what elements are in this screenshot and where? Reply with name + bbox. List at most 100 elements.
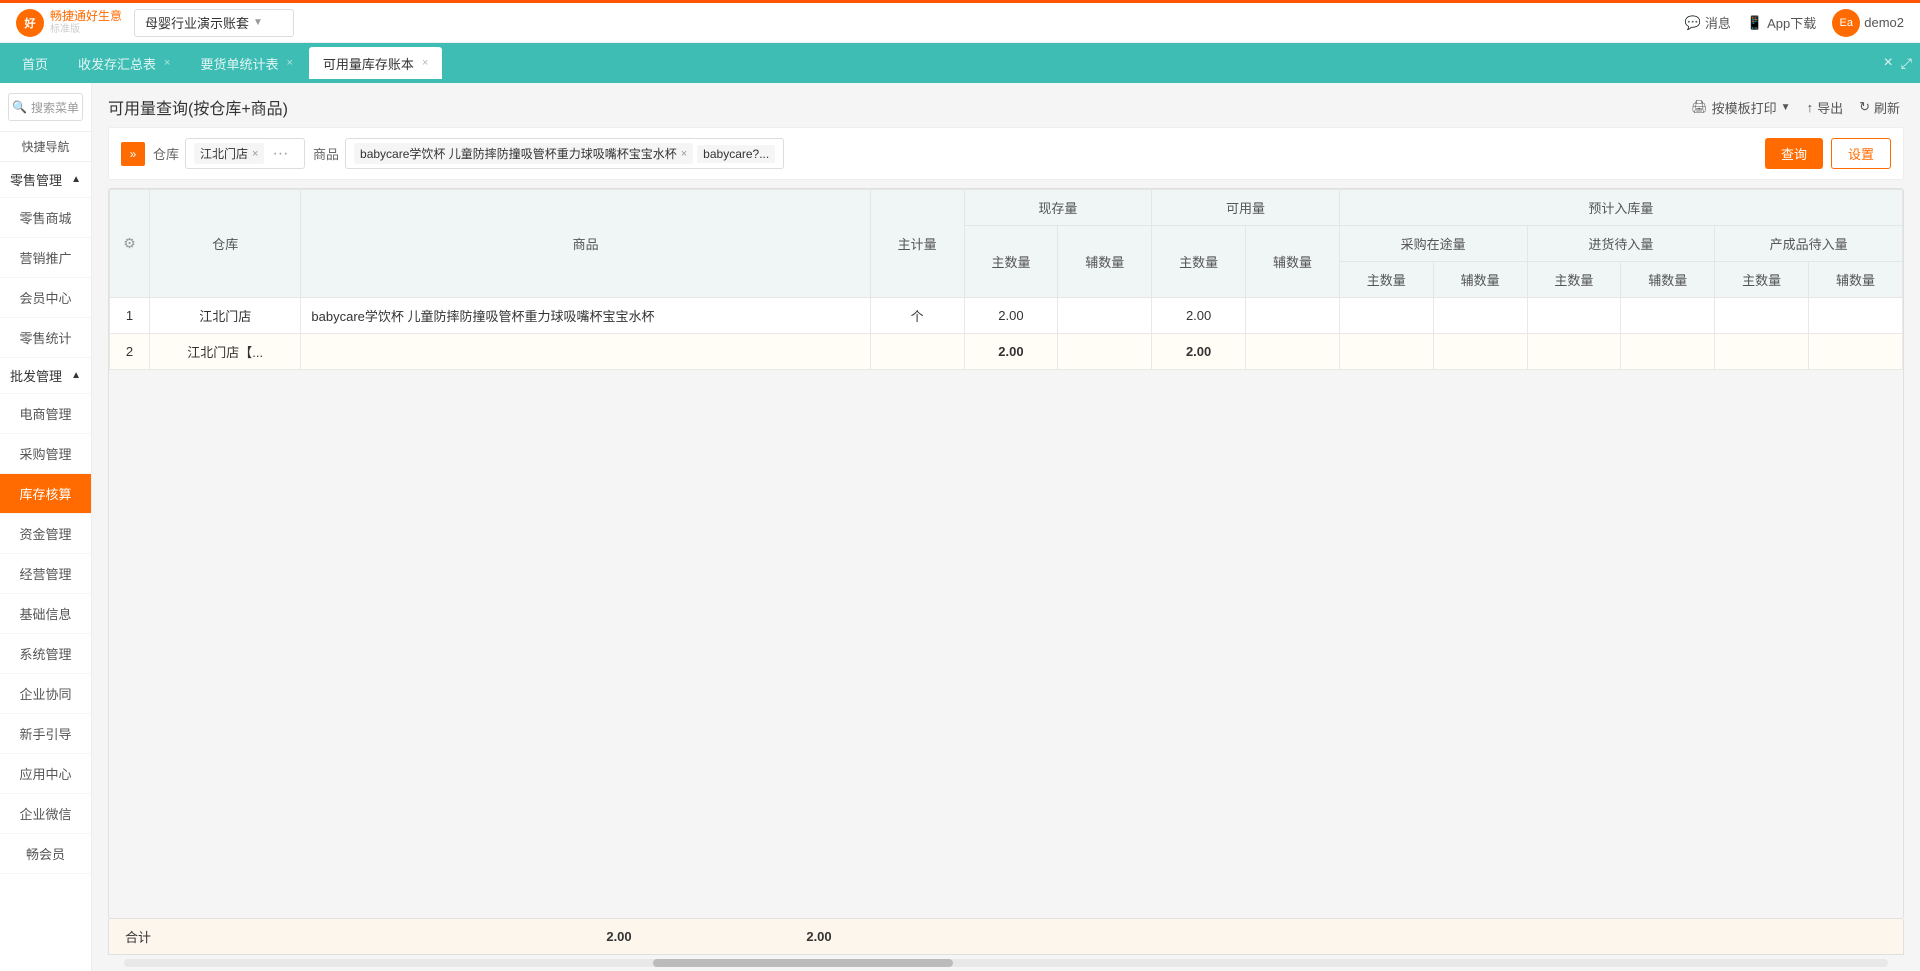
tab-home[interactable]: 首页 <box>8 47 62 79</box>
refresh-icon: ↻ <box>1859 99 1870 115</box>
refresh-btn[interactable]: ↻ 刷新 <box>1855 98 1904 117</box>
export-icon: ↑ <box>1807 100 1814 115</box>
export-label: 导出 <box>1817 98 1843 117</box>
sidebar-item-system[interactable]: 系统管理 <box>0 634 91 674</box>
row2-current-main: 2.00 <box>964 334 1058 370</box>
sidebar-item-member[interactable]: 畅会员 <box>0 834 91 874</box>
expand-icon: » <box>130 147 137 161</box>
sidebar-item-basic-info-label: 基础信息 <box>19 604 71 623</box>
message-icon: 💬 <box>1685 15 1701 31</box>
th-goods-pending-aux: 辅数量 <box>1621 262 1715 298</box>
quick-nav-btn[interactable]: 快捷导航 <box>0 132 91 162</box>
sidebar-item-purchase[interactable]: 采购管理 <box>0 434 91 474</box>
th-available: 可用量 <box>1152 190 1340 226</box>
scrollbar-thumb[interactable] <box>653 959 953 967</box>
table-wrapper: ⚙ 仓库 商品 主计量 现存量 可用量 预计入库量 主数量 辅数量 <box>108 188 1904 919</box>
goods-input[interactable]: babycare学饮杯 儿童防摔防撞吸管杯重力球吸嘴杯宝宝水杯 × babyca… <box>345 138 784 169</box>
row1-unit: 个 <box>870 298 964 334</box>
tab-stock-summary[interactable]: 收发存汇总表 × <box>64 47 184 79</box>
table-gear-icon[interactable]: ⚙ <box>123 235 136 251</box>
row2-products-aux <box>1809 334 1903 370</box>
tab-available-stock[interactable]: 可用量库存账本 × <box>309 47 442 79</box>
sidebar-item-retail-stats[interactable]: 零售统计 <box>0 318 91 358</box>
sidebar-item-basic-info[interactable]: 基础信息 <box>0 594 91 634</box>
maximize-window-btn[interactable]: ⤢ <box>1901 55 1912 72</box>
message-btn[interactable]: 💬 消息 <box>1685 13 1731 32</box>
expand-filter-btn[interactable]: » <box>121 142 145 166</box>
download-icon: 📱 <box>1747 15 1763 31</box>
sidebar-item-marketing[interactable]: 营销推广 <box>0 238 91 278</box>
search-menu-btn[interactable]: 🔍 搜索菜单 <box>8 93 83 121</box>
row1-avail-aux <box>1246 298 1340 334</box>
th-unit: 主计量 <box>870 190 964 298</box>
warehouse-tag-remove[interactable]: × <box>252 148 258 160</box>
logo-icon: 好 <box>16 9 44 37</box>
close-window-btn[interactable]: × <box>1883 54 1892 72</box>
sidebar-item-enterprise-wechat[interactable]: 企业微信 <box>0 794 91 834</box>
goods-tag-2: babycare?... <box>697 145 775 163</box>
goods-filter-label: 商品 <box>313 144 339 163</box>
row2-avail-aux <box>1246 334 1340 370</box>
print-icon: 🖨 <box>1691 99 1708 115</box>
row1-current-main: 2.00 <box>964 298 1058 334</box>
sidebar-item-finance[interactable]: 资金管理 <box>0 514 91 554</box>
scrollbar-track[interactable] <box>124 959 1888 967</box>
app-download-label: App下载 <box>1767 13 1816 32</box>
sidebar-item-member-label: 畅会员 <box>26 844 65 863</box>
row1-goods-pending-main <box>1527 298 1621 334</box>
table-row: 2 江北门店【... 2.00 2.00 <box>110 334 1903 370</box>
row1-current-aux <box>1058 298 1152 334</box>
sidebar-item-member-center[interactable]: 会员中心 <box>0 278 91 318</box>
warehouse-tag-text: 江北门店 <box>200 145 248 162</box>
warehouse-more-icon[interactable]: ··· <box>268 145 292 163</box>
nav-tabs: 首页 收发存汇总表 × 要货单统计表 × 可用量库存账本 × × ⤢ <box>0 43 1920 83</box>
table-row: 1 江北门店 babycare学饮杯 儿童防摔防撞吸管杯重力球吸嘴杯宝宝水杯 个… <box>110 298 1903 334</box>
sidebar-item-operations[interactable]: 经营管理 <box>0 554 91 594</box>
query-btn[interactable]: 查询 <box>1765 138 1823 169</box>
settings-btn[interactable]: 设置 <box>1831 138 1891 169</box>
goods-tag-1: babycare学饮杯 儿童防摔防撞吸管杯重力球吸嘴杯宝宝水杯 × <box>354 143 693 164</box>
row2-purchase-main <box>1339 334 1433 370</box>
filter-actions: 查询 设置 <box>1765 138 1891 169</box>
sidebar-item-ecommerce[interactable]: 电商管理 <box>0 394 91 434</box>
sidebar-item-new-guide-label: 新手引导 <box>19 724 71 743</box>
sidebar-item-wholesale-mgmt-label: 批发管理 <box>10 366 62 385</box>
industry-selector[interactable]: 母婴行业演示账套 ▼ <box>134 9 294 37</box>
footer-available-main: 2.00 <box>759 929 879 944</box>
tab-order-stats-close[interactable]: × <box>286 57 292 69</box>
th-estimated-in: 预计入库量 <box>1339 190 1902 226</box>
user-profile[interactable]: Ea demo2 <box>1832 9 1904 37</box>
tab-stock-summary-close[interactable]: × <box>164 57 170 69</box>
sidebar-item-app-center-label: 应用中心 <box>19 764 71 783</box>
th-products-main: 主数量 <box>1715 262 1809 298</box>
sidebar-item-app-center[interactable]: 应用中心 <box>0 754 91 794</box>
row2-unit <box>870 334 964 370</box>
warehouse-filter-label: 仓库 <box>153 144 179 163</box>
sidebar-item-purchase-label: 采购管理 <box>19 444 71 463</box>
sidebar-item-new-guide[interactable]: 新手引导 <box>0 714 91 754</box>
sidebar-item-wholesale-mgmt[interactable]: 批发管理 ▲ <box>0 358 91 394</box>
warehouse-input[interactable]: 江北门店 × ··· <box>185 138 305 169</box>
tab-stock-summary-label: 收发存汇总表 <box>78 54 156 73</box>
app-download-btn[interactable]: 📱 App下载 <box>1747 13 1816 32</box>
row1-warehouse: 江北门店 <box>150 298 301 334</box>
goods-tag-1-remove[interactable]: × <box>681 148 687 160</box>
row2-goods <box>301 334 870 370</box>
row2-goods-pending-main <box>1527 334 1621 370</box>
export-btn[interactable]: ↑ 导出 <box>1803 98 1848 117</box>
row1-avail-main: 2.00 <box>1152 298 1246 334</box>
th-warehouse: 仓库 <box>150 190 301 298</box>
sidebar-item-inventory[interactable]: 库存核算 <box>0 474 91 514</box>
warehouse-tag: 江北门店 × <box>194 143 264 164</box>
tab-order-stats[interactable]: 要货单统计表 × <box>186 47 306 79</box>
warehouse-filter: 仓库 江北门店 × ··· <box>153 138 305 169</box>
sidebar-item-enterprise-wechat-label: 企业微信 <box>19 804 71 823</box>
th-current-stock: 现存量 <box>964 190 1152 226</box>
sidebar: 🔍 搜索菜单 快捷导航 零售管理 ▲ 零售商城 营销推广 会员中心 零售统计 批… <box>0 83 92 971</box>
sidebar-item-enterprise-collab[interactable]: 企业协同 <box>0 674 91 714</box>
print-btn[interactable]: 🖨 按模板打印 ▼ <box>1687 98 1794 117</box>
sidebar-item-retail-mall[interactable]: 零售商城 <box>0 198 91 238</box>
row2-current-aux <box>1058 334 1152 370</box>
sidebar-item-retail-mgmt[interactable]: 零售管理 ▲ <box>0 162 91 198</box>
tab-available-stock-close[interactable]: × <box>422 57 428 69</box>
